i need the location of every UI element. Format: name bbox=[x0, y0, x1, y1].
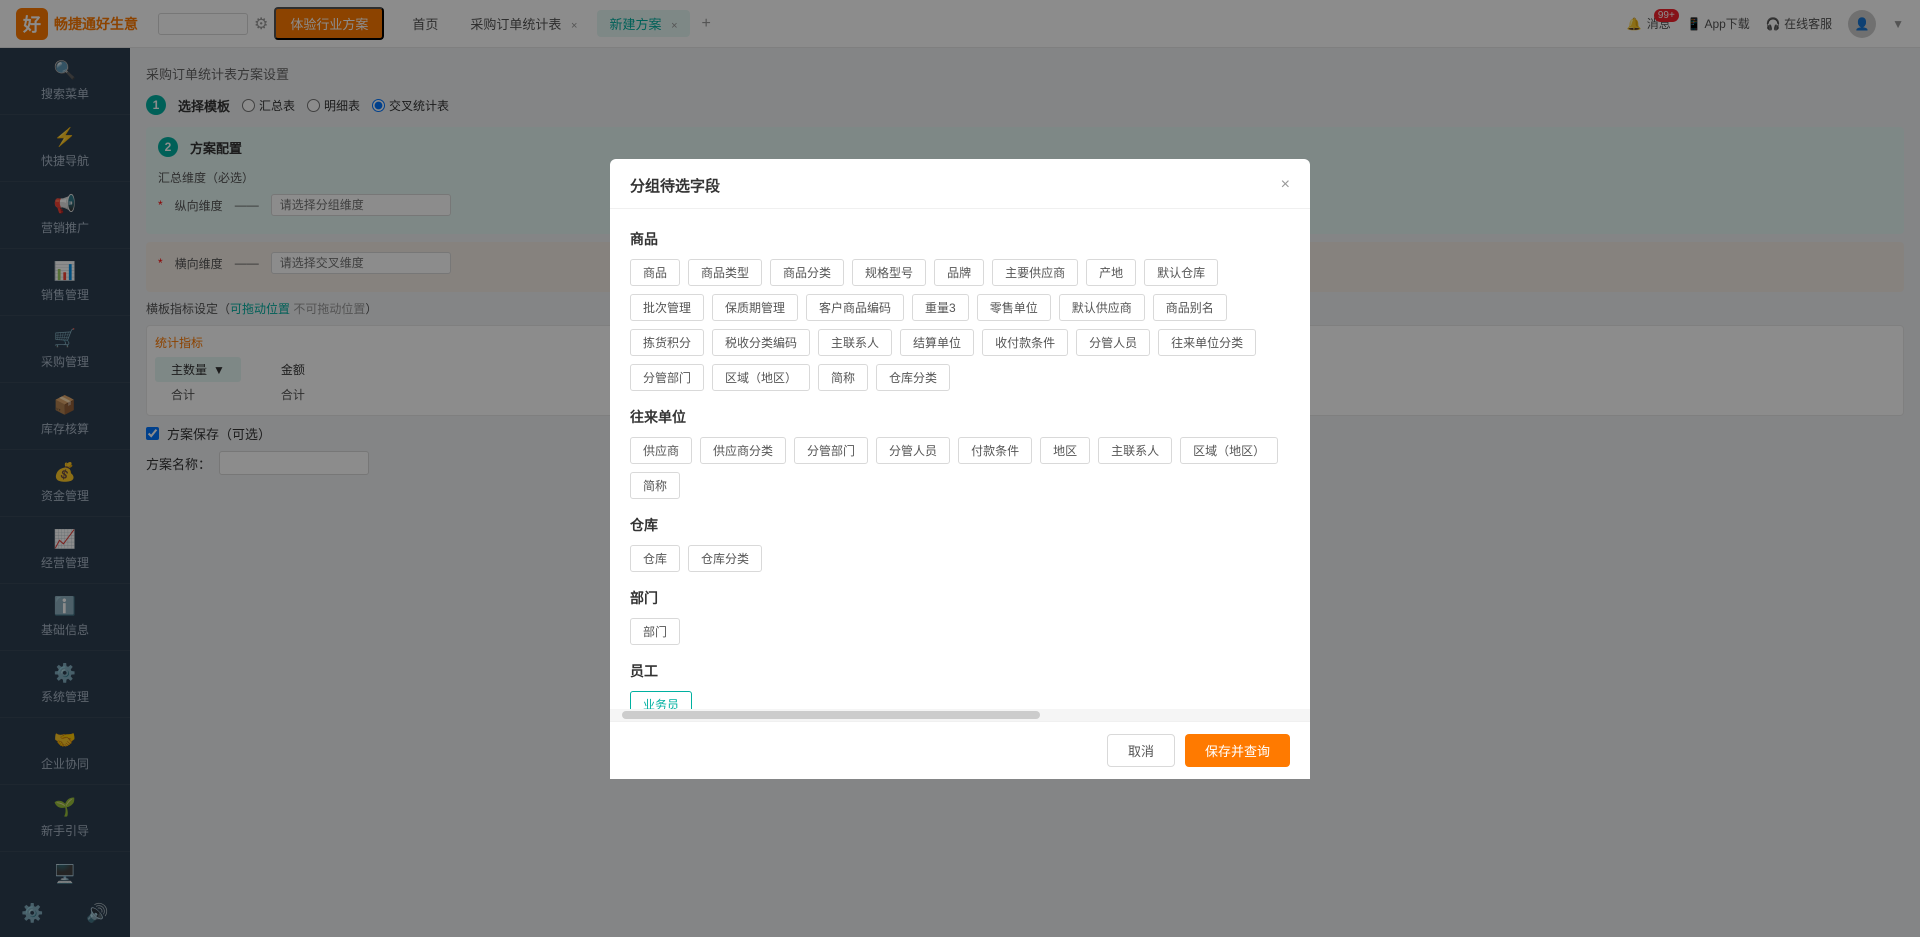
employee-fields: 业务员 bbox=[630, 691, 1290, 709]
field-tag[interactable]: 收付款条件 bbox=[982, 329, 1068, 356]
field-tag[interactable]: 批次管理 bbox=[630, 294, 704, 321]
field-tag[interactable]: 简称 bbox=[818, 364, 868, 391]
modal-dialog: 分组待选字段 × 商品 商品 商品类型 商品分类 规格型号 品牌 主要供应商 产… bbox=[610, 159, 1310, 779]
section-department-title: 部门 bbox=[630, 588, 1290, 608]
section-contacts-title: 往来单位 bbox=[630, 407, 1290, 427]
section-product-title: 商品 bbox=[630, 229, 1290, 249]
section-warehouse: 仓库 仓库 仓库分类 bbox=[630, 515, 1290, 572]
section-product: 商品 商品 商品类型 商品分类 规格型号 品牌 主要供应商 产地 默认仓库 批次… bbox=[630, 229, 1290, 391]
section-contacts: 往来单位 供应商 供应商分类 分管部门 分管人员 付款条件 地区 主联系人 区域… bbox=[630, 407, 1290, 499]
field-tag[interactable]: 税收分类编码 bbox=[712, 329, 810, 356]
field-tag[interactable]: 区域（地区） bbox=[712, 364, 810, 391]
modal-horizontal-scrollbar[interactable] bbox=[610, 709, 1310, 721]
field-tag[interactable]: 重量3 bbox=[912, 294, 969, 321]
modal-close-btn[interactable]: × bbox=[1281, 176, 1290, 194]
section-department: 部门 部门 bbox=[630, 588, 1290, 645]
modal-header: 分组待选字段 × bbox=[610, 159, 1310, 209]
field-tag[interactable]: 分管人员 bbox=[876, 437, 950, 464]
section-employee-title: 员工 bbox=[630, 661, 1290, 681]
field-tag[interactable]: 主联系人 bbox=[818, 329, 892, 356]
field-tag[interactable]: 部门 bbox=[630, 618, 680, 645]
cancel-button[interactable]: 取消 bbox=[1107, 734, 1175, 767]
field-tag[interactable]: 仓库分类 bbox=[876, 364, 950, 391]
field-tag[interactable]: 地区 bbox=[1040, 437, 1090, 464]
modal-overlay: 分组待选字段 × 商品 商品 商品类型 商品分类 规格型号 品牌 主要供应商 产… bbox=[0, 0, 1920, 937]
field-tag[interactable]: 零售单位 bbox=[977, 294, 1051, 321]
modal-footer: 取消 保存并查询 bbox=[610, 721, 1310, 779]
product-fields: 商品 商品类型 商品分类 规格型号 品牌 主要供应商 产地 默认仓库 批次管理 … bbox=[630, 259, 1290, 391]
field-tag[interactable]: 客户商品编码 bbox=[806, 294, 904, 321]
field-tag[interactable]: 供应商 bbox=[630, 437, 692, 464]
field-tag[interactable]: 商品别名 bbox=[1153, 294, 1227, 321]
field-tag[interactable]: 主联系人 bbox=[1098, 437, 1172, 464]
field-tag[interactable]: 商品分类 bbox=[770, 259, 844, 286]
warehouse-fields: 仓库 仓库分类 bbox=[630, 545, 1290, 572]
field-tag[interactable]: 付款条件 bbox=[958, 437, 1032, 464]
field-tag[interactable]: 商品类型 bbox=[688, 259, 762, 286]
modal-title: 分组待选字段 bbox=[630, 175, 720, 196]
field-tag[interactable]: 品牌 bbox=[934, 259, 984, 286]
modal-body: 商品 商品 商品类型 商品分类 规格型号 品牌 主要供应商 产地 默认仓库 批次… bbox=[610, 209, 1310, 709]
field-tag[interactable]: 商品 bbox=[630, 259, 680, 286]
field-tag[interactable]: 仓库分类 bbox=[688, 545, 762, 572]
field-tag[interactable]: 区域（地区） bbox=[1180, 437, 1278, 464]
field-tag[interactable]: 分管部门 bbox=[630, 364, 704, 391]
field-tag[interactable]: 产地 bbox=[1086, 259, 1136, 286]
section-warehouse-title: 仓库 bbox=[630, 515, 1290, 535]
field-tag[interactable]: 供应商分类 bbox=[700, 437, 786, 464]
field-tag[interactable]: 保质期管理 bbox=[712, 294, 798, 321]
confirm-button[interactable]: 保存并查询 bbox=[1185, 734, 1290, 767]
field-tag[interactable]: 仓库 bbox=[630, 545, 680, 572]
field-tag-employee[interactable]: 业务员 bbox=[630, 691, 692, 709]
field-tag[interactable]: 默认供应商 bbox=[1059, 294, 1145, 321]
department-fields: 部门 bbox=[630, 618, 1290, 645]
field-tag[interactable]: 规格型号 bbox=[852, 259, 926, 286]
field-tag[interactable]: 主要供应商 bbox=[992, 259, 1078, 286]
field-tag[interactable]: 分管部门 bbox=[794, 437, 868, 464]
field-tag[interactable]: 往来单位分类 bbox=[1158, 329, 1256, 356]
field-tag[interactable]: 简称 bbox=[630, 472, 680, 499]
section-employee: 员工 业务员 bbox=[630, 661, 1290, 709]
contacts-fields: 供应商 供应商分类 分管部门 分管人员 付款条件 地区 主联系人 区域（地区） … bbox=[630, 437, 1290, 499]
hscroll-thumb bbox=[622, 711, 1040, 719]
field-tag[interactable]: 拣货积分 bbox=[630, 329, 704, 356]
field-tag[interactable]: 分管人员 bbox=[1076, 329, 1150, 356]
field-tag[interactable]: 默认仓库 bbox=[1144, 259, 1218, 286]
field-tag[interactable]: 结算单位 bbox=[900, 329, 974, 356]
